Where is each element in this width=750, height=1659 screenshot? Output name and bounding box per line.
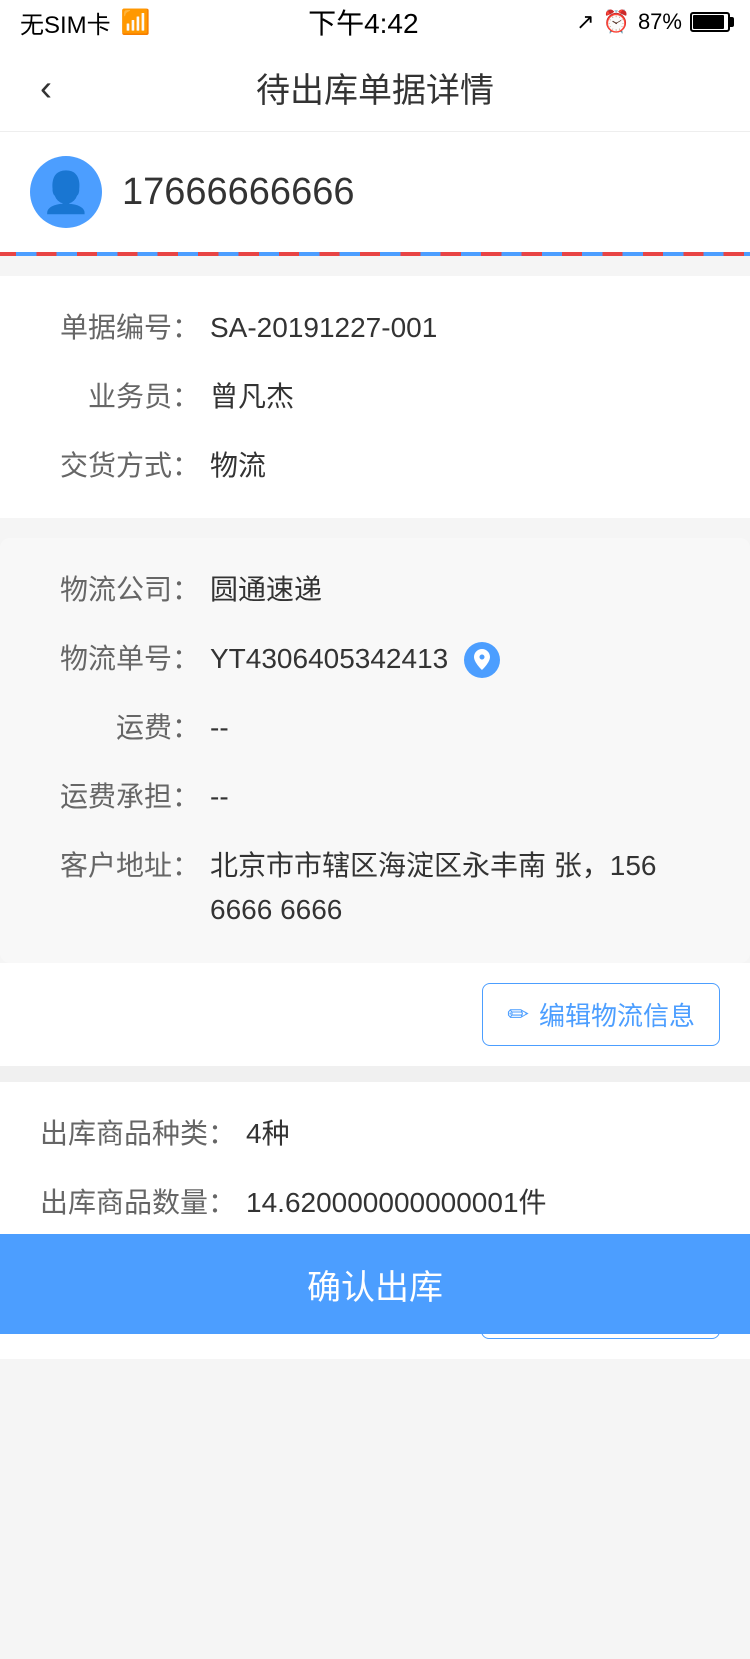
customer-header: 👤 17666666666 <box>0 132 750 256</box>
edit-logistics-row: ✏ 编辑物流信息 <box>0 963 750 1066</box>
tracking-label: 物流单号： <box>40 637 200 682</box>
confirm-button-label: 确认出库 <box>307 1260 443 1309</box>
page-title: 待出库单据详情 <box>256 63 494 112</box>
tracking-value-row: YT4306405342413 <box>210 637 710 682</box>
freight-value: -- <box>210 706 710 751</box>
battery-icon <box>690 12 730 32</box>
logistics-company-row: 物流公司： 圆通速递 <box>40 568 710 613</box>
alarm-icon: ⏰ <box>603 9 630 35</box>
freight-bearer-label: 运费承担： <box>40 775 200 820</box>
status-right: ↗ ⏰ 87% <box>576 9 730 35</box>
freight-label: 运费： <box>40 706 200 751</box>
delivery-value: 物流 <box>210 444 710 489</box>
location-pin-icon[interactable] <box>464 642 500 678</box>
document-number-row: 单据编号： SA-20191227-001 <box>40 306 710 351</box>
salesman-row: 业务员： 曾凡杰 <box>40 375 710 420</box>
back-button[interactable]: ‹ <box>30 57 62 119</box>
goods-types-value: 4种 <box>246 1112 710 1157</box>
logistics-company-label: 物流公司： <box>40 568 200 613</box>
tracking-number: YT4306405342413 <box>210 637 448 682</box>
status-bar: 无SIM卡 📶 下午4:42 ↗ ⏰ 87% <box>0 0 750 44</box>
address-row: 客户地址： 北京市市辖区海淀区永丰南 张，156 6666 6666 <box>40 844 710 934</box>
goods-section: 出库商品种类： 4种 出库商品数量： 14.620000000000001件 <box>0 1082 750 1256</box>
document-number-value: SA-20191227-001 <box>210 306 710 351</box>
address-label: 客户地址： <box>40 844 200 889</box>
status-time: 下午4:42 <box>308 2 419 42</box>
logistics-section: 物流公司： 圆通速递 物流单号： YT4306405342413 运费： -- … <box>0 538 750 963</box>
customer-phone: 17666666666 <box>122 171 354 214</box>
document-number-label: 单据编号： <box>40 306 200 351</box>
empty-space <box>0 1359 750 1559</box>
avatar: 👤 <box>30 156 102 228</box>
salesman-value: 曾凡杰 <box>210 375 710 420</box>
confirm-bar[interactable]: 确认出库 <box>0 1234 750 1334</box>
battery-percentage: 87% <box>638 9 682 35</box>
section-divider <box>0 1066 750 1082</box>
status-left: 无SIM卡 📶 <box>20 5 151 40</box>
location-icon: ↗ <box>576 9 594 35</box>
address-value: 北京市市辖区海淀区永丰南 张，156 6666 6666 <box>210 844 710 934</box>
goods-types-row: 出库商品种类： 4种 <box>40 1112 710 1157</box>
freight-bearer-value: -- <box>210 775 710 820</box>
document-info-section: 单据编号： SA-20191227-001 业务员： 曾凡杰 交货方式： 物流 <box>0 276 750 518</box>
freight-row: 运费： -- <box>40 706 710 751</box>
delivery-row: 交货方式： 物流 <box>40 444 710 489</box>
delivery-label: 交货方式： <box>40 444 200 489</box>
logistics-company-value: 圆通速递 <box>210 568 710 613</box>
goods-types-label: 出库商品种类： <box>40 1112 236 1157</box>
freight-bearer-row: 运费承担： -- <box>40 775 710 820</box>
goods-quantity-row: 出库商品数量： 14.620000000000001件 <box>40 1181 710 1226</box>
goods-quantity-value: 14.620000000000001件 <box>246 1181 710 1226</box>
tracking-row: 物流单号： YT4306405342413 <box>40 637 710 682</box>
wifi-icon: 📶 <box>121 8 151 37</box>
nav-bar: ‹ 待出库单据详情 <box>0 44 750 132</box>
avatar-icon: 👤 <box>41 169 91 216</box>
edit-logistics-label: 编辑物流信息 <box>539 996 695 1033</box>
edit-icon: ✏ <box>507 999 529 1030</box>
goods-quantity-label: 出库商品数量： <box>40 1181 236 1226</box>
main-content: 👤 17666666666 单据编号： SA-20191227-001 业务员：… <box>0 132 750 1659</box>
salesman-label: 业务员： <box>40 375 200 420</box>
edit-logistics-button[interactable]: ✏ 编辑物流信息 <box>482 983 720 1046</box>
carrier-text: 无SIM卡 <box>20 5 111 40</box>
